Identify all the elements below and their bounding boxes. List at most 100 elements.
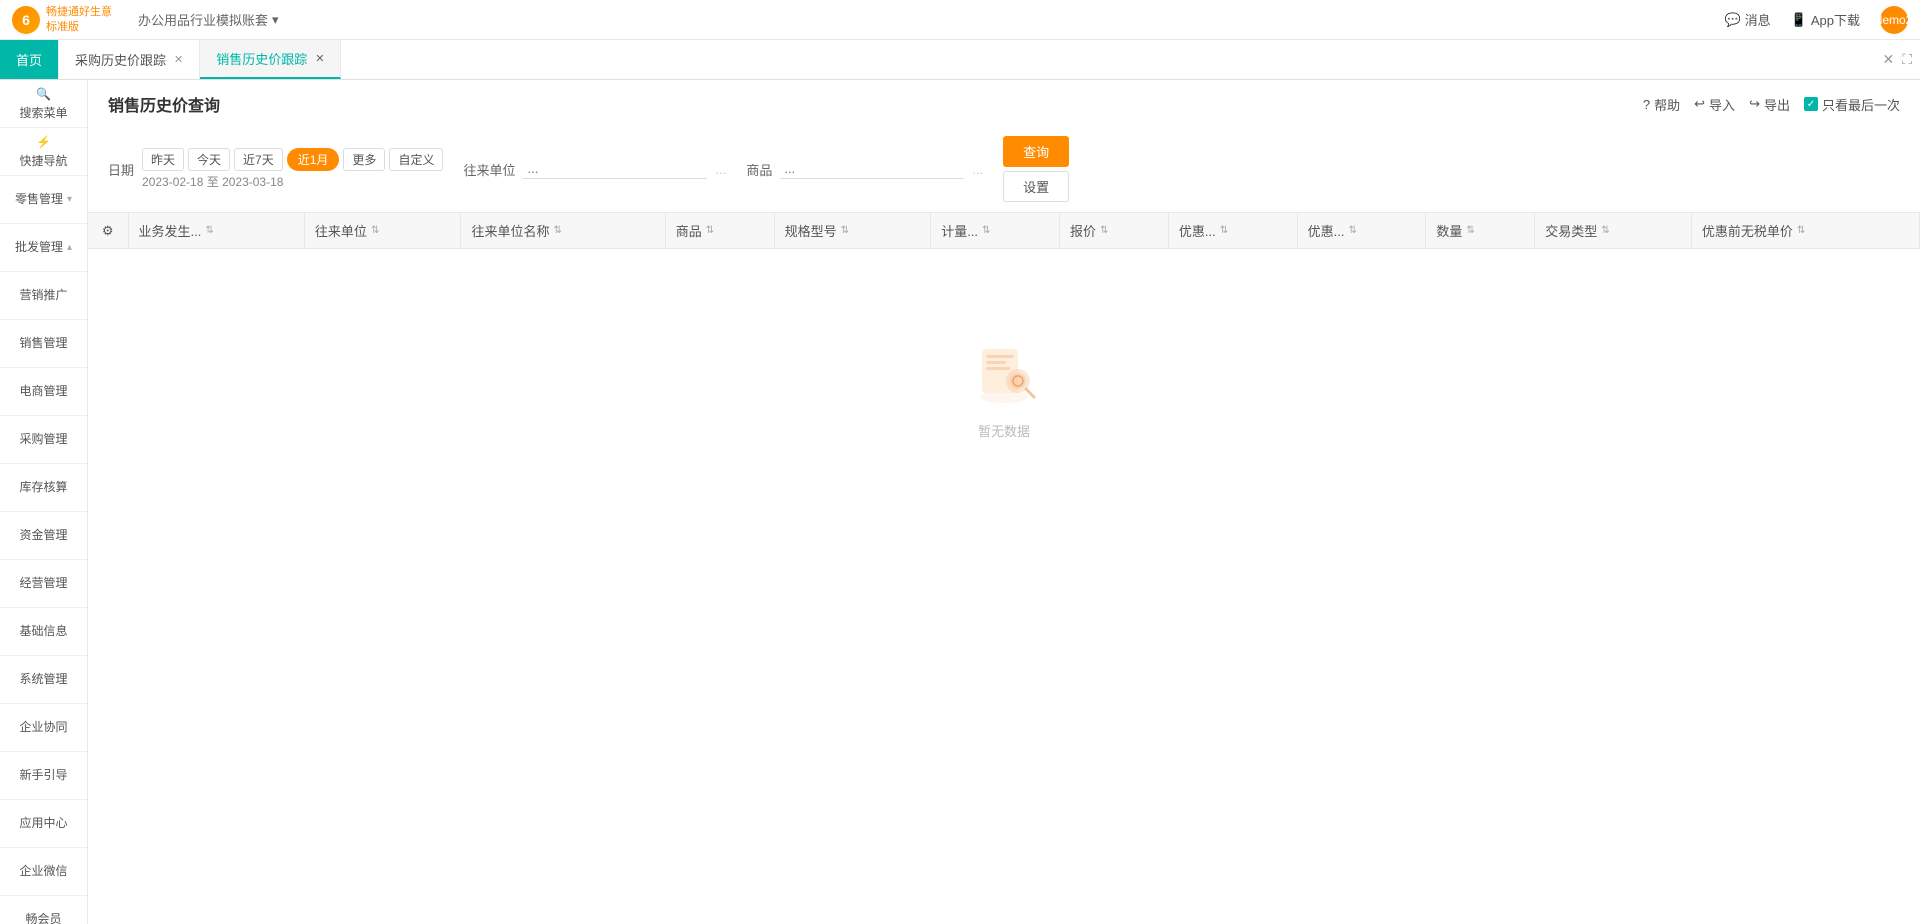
sidebar-item-sales-mgmt[interactable]: 销售管理 [0, 320, 87, 368]
col-discount2[interactable]: 优惠... ⇅ [1297, 213, 1426, 249]
shortcut-icon: ⚡ [36, 134, 51, 151]
empty-state: 暂无数据 [88, 249, 1920, 520]
tab-purchase-close[interactable]: ✕ [174, 53, 183, 66]
sidebar-item-wechat[interactable]: 企业微信 [0, 848, 87, 896]
col-pre-tax-price[interactable]: 优惠前无税单价 ⇅ [1691, 213, 1919, 249]
export-action[interactable]: ↪ 导出 [1749, 95, 1790, 114]
sort-icon: ⇅ [554, 225, 562, 236]
sort-icon: ⇅ [1100, 225, 1108, 236]
col-partner-name[interactable]: 往来单位名称 ⇅ [461, 213, 665, 249]
tab-sales-label: 销售历史价跟踪 [216, 49, 307, 68]
sidebar-item-wholesale[interactable]: 批发管理 ▴ [0, 224, 87, 272]
sidebar-item-retail[interactable]: 零售管理 ▾ [0, 176, 87, 224]
sidebar-item-inventory[interactable]: 库存核算 [0, 464, 87, 512]
message-icon: 💬 [1724, 12, 1740, 28]
sidebar-item-purchase[interactable]: 采购管理 [0, 416, 87, 464]
page-actions: ? 帮助 ↩ 导入 ↪ 导出 ✓ 只看最后一次 [1643, 95, 1900, 114]
sidebar-item-system[interactable]: 系统管理 [0, 656, 87, 704]
settings-button[interactable]: 设置 [1003, 171, 1069, 202]
col-quote[interactable]: 报价 ⇅ [1059, 213, 1168, 249]
sidebar-item-ecommerce[interactable]: 电商管理 [0, 368, 87, 416]
action-buttons: 查询 设置 [1003, 136, 1069, 202]
table-header: ⚙ 业务发生... ⇅ 往来单位 ⇅ [88, 213, 1920, 249]
download-icon: 📱 [1791, 12, 1807, 28]
help-action[interactable]: ? 帮助 [1643, 95, 1680, 114]
sort-icon: ⇅ [706, 225, 714, 236]
col-trade-type[interactable]: 交易类型 ⇅ [1535, 213, 1692, 249]
sidebar-item-search[interactable]: 🔍 搜索菜单 [0, 80, 87, 128]
logo-area: 6 畅捷通好生意 标准版 [12, 5, 112, 34]
date-btn-today[interactable]: 今天 [188, 148, 230, 171]
col-spec[interactable]: 规格型号 ⇅ [774, 213, 931, 249]
tab-sales-close[interactable]: ✕ [315, 52, 324, 65]
col-quantity[interactable]: 数量 ⇅ [1426, 213, 1535, 249]
tab-close-all-icon[interactable]: ✕ [1882, 51, 1894, 68]
sidebar-item-guide[interactable]: 新手引导 [0, 752, 87, 800]
filter-row: 日期 昨天 今天 近7天 近1月 更多 自定义 2023-02-18 至 202… [108, 126, 1900, 212]
date-btn-1month[interactable]: 近1月 [287, 148, 340, 171]
partner-label: 往来单位 [463, 160, 515, 179]
page-header: 销售历史价查询 ? 帮助 ↩ 导入 ↪ 导出 ✓ [88, 80, 1920, 213]
date-options-wrap: 昨天 今天 近7天 近1月 更多 自定义 2023-02-18 至 2023-0… [142, 148, 443, 190]
query-button[interactable]: 查询 [1003, 136, 1069, 167]
date-btn-custom[interactable]: 自定义 [389, 148, 443, 171]
export-icon: ↪ [1749, 96, 1760, 112]
date-btn-yesterday[interactable]: 昨天 [142, 148, 184, 171]
page-title-row: 销售历史价查询 ? 帮助 ↩ 导入 ↪ 导出 ✓ [108, 92, 1900, 116]
date-range-text: 2023-02-18 至 2023-03-18 [142, 173, 443, 190]
sidebar-item-basic-info[interactable]: 基础信息 [0, 608, 87, 656]
col-unit[interactable]: 计量... ⇅ [931, 213, 1060, 249]
avatar: demo2 [1880, 6, 1908, 34]
col-discount1[interactable]: 优惠... ⇅ [1168, 213, 1297, 249]
only-last-checkbox[interactable]: ✓ 只看最后一次 [1804, 95, 1900, 114]
date-btn-more[interactable]: 更多 [343, 148, 385, 171]
table-container: ⚙ 业务发生... ⇅ 往来单位 ⇅ [88, 213, 1920, 924]
sidebar: 🔍 搜索菜单 ⚡ 快捷导航 零售管理 ▾ 批发管理 ▴ 营销推广 销售管理 电商… [0, 80, 88, 924]
top-header: 6 畅捷通好生意 标准版 办公用品行业模拟账套 ▾ 💬 消息 📱 App下载 d… [0, 0, 1920, 40]
sidebar-item-app-center[interactable]: 应用中心 [0, 800, 87, 848]
app-selector[interactable]: 办公用品行业模拟账套 ▾ [138, 10, 279, 29]
user-action[interactable]: demo2 [1880, 6, 1908, 34]
main-layout: 🔍 搜索菜单 ⚡ 快捷导航 零售管理 ▾ 批发管理 ▴ 营销推广 销售管理 电商… [0, 80, 1920, 924]
col-biz-date[interactable]: 业务发生... ⇅ [128, 213, 304, 249]
sidebar-item-finance[interactable]: 资金管理 [0, 512, 87, 560]
sidebar-item-marketing[interactable]: 营销推广 [0, 272, 87, 320]
sort-icon: ⇅ [1466, 225, 1474, 236]
tab-maximize-icon[interactable]: ⛶ [1902, 51, 1912, 68]
sidebar-item-operations[interactable]: 经营管理 [0, 560, 87, 608]
goods-input[interactable] [780, 159, 964, 179]
table-header-row: ⚙ 业务发生... ⇅ 往来单位 ⇅ [88, 213, 1920, 249]
sidebar-item-member[interactable]: 畅会员 [0, 896, 87, 924]
empty-text: 暂无数据 [978, 421, 1030, 440]
header-left: 6 畅捷通好生意 标准版 办公用品行业模拟账套 ▾ [12, 5, 279, 34]
import-action[interactable]: ↩ 导入 [1694, 95, 1735, 114]
app-logo-icon: 6 [12, 6, 40, 34]
tab-bar-actions: ✕ ⛶ [1882, 40, 1920, 79]
content-area: 销售历史价查询 ? 帮助 ↩ 导入 ↪ 导出 ✓ [88, 80, 1920, 924]
col-settings[interactable]: ⚙ [88, 213, 128, 249]
goods-filter-group: 商品 ... [746, 159, 983, 179]
tab-purchase[interactable]: 采购历史价跟踪 ✕ [59, 40, 200, 79]
col-partner-code[interactable]: 往来单位 ⇅ [304, 213, 461, 249]
col-goods[interactable]: 商品 ⇅ [665, 213, 774, 249]
checkbox-checked-icon: ✓ [1804, 97, 1818, 111]
date-btn-7days[interactable]: 近7天 [234, 148, 283, 171]
settings-icon: ⚙ [102, 223, 114, 238]
help-icon: ? [1643, 97, 1650, 112]
message-action[interactable]: 💬 消息 [1724, 10, 1770, 29]
sort-icon: ⇅ [1601, 225, 1609, 236]
sort-icon: ⇅ [205, 225, 213, 236]
partner-input[interactable] [523, 159, 707, 179]
download-action[interactable]: 📱 App下载 [1791, 10, 1860, 29]
sidebar-item-shortcut[interactable]: ⚡ 快捷导航 [0, 128, 87, 176]
partner-dots-icon: ... [715, 162, 726, 177]
tab-home-label: 首页 [16, 50, 42, 69]
sidebar-item-enterprise[interactable]: 企业协同 [0, 704, 87, 752]
page-title: 销售历史价查询 [108, 92, 220, 116]
tab-home[interactable]: 首页 [0, 40, 59, 79]
tab-sales[interactable]: 销售历史价跟踪 ✕ [200, 40, 341, 79]
sort-icon: ⇅ [982, 225, 990, 236]
partner-filter-group: 往来单位 ... [463, 159, 726, 179]
logo-text: 畅捷通好生意 标准版 [46, 5, 112, 34]
chevron-up-icon: ▴ [67, 241, 72, 255]
